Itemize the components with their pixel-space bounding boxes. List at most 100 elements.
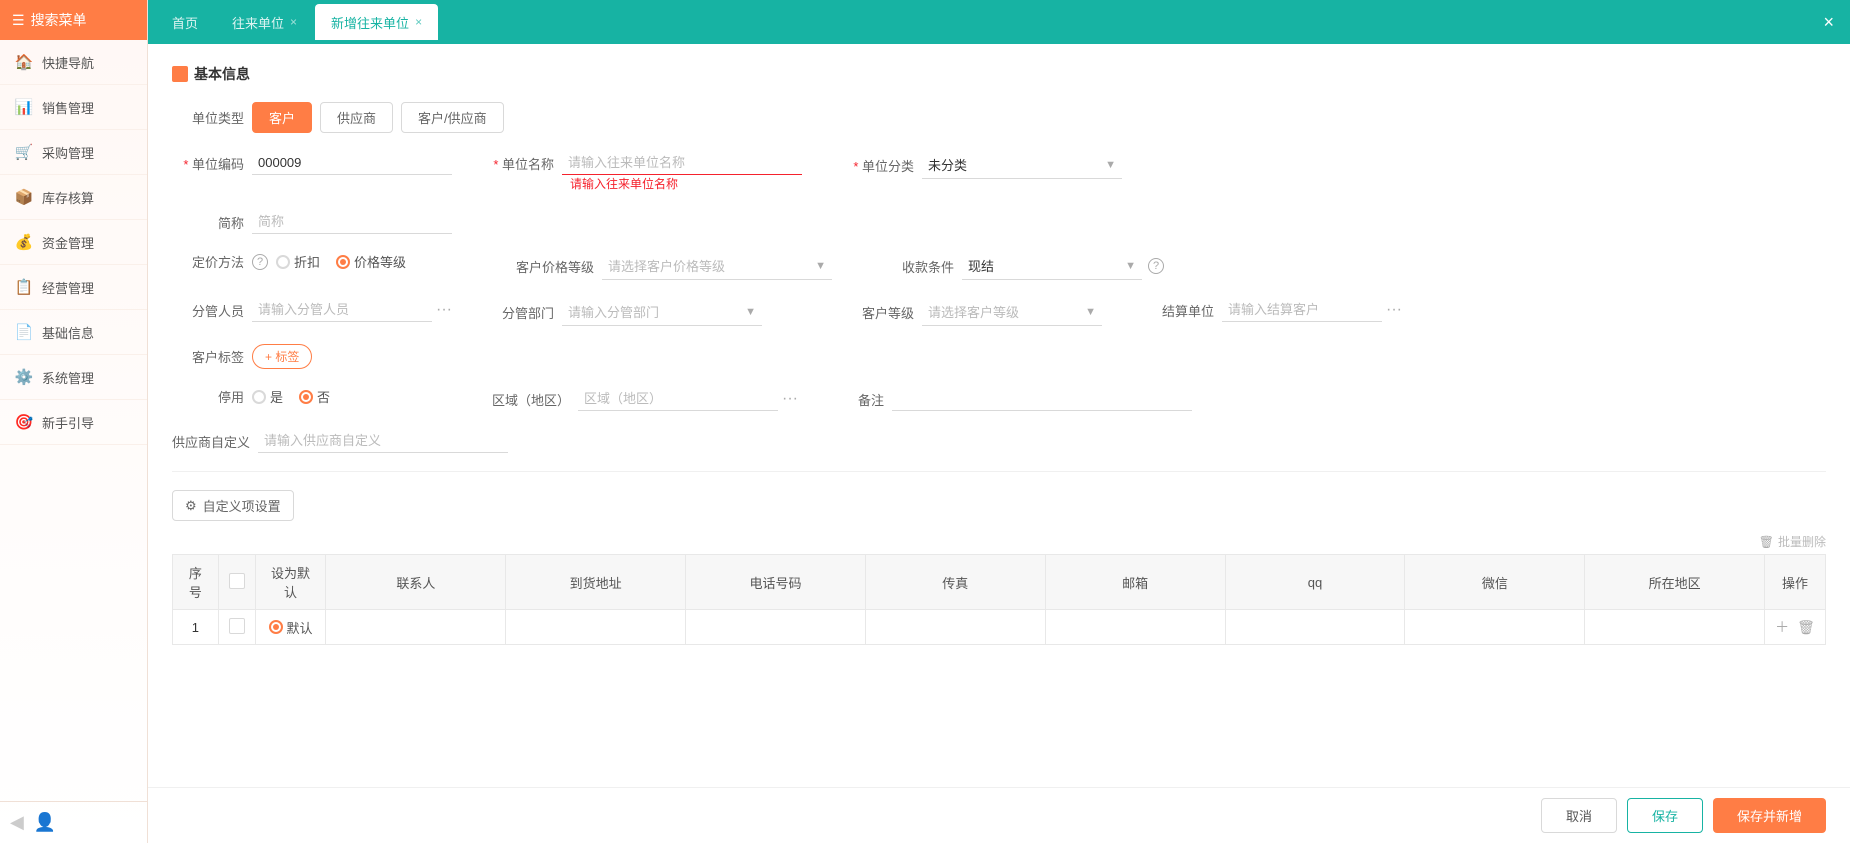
tab-bar: 首页 往来单位 × 新增往来单位 × × [148,0,1850,44]
settlement-more-icon[interactable]: ··· [1382,301,1406,319]
radio-discount[interactable]: 折扣 [276,252,320,271]
tab-bar-close-icon[interactable]: × [1815,8,1842,37]
disabled-label: 停用 [172,387,252,406]
row-fax[interactable] [865,610,1045,645]
manager-input[interactable] [252,298,432,322]
col-region: 所在地区 [1585,555,1765,610]
inventory-icon: 📦 [14,187,34,207]
radio-yes[interactable]: 是 [252,387,283,406]
batch-delete-area: 🗑 批量删除 [172,533,1826,550]
sidebar-expand-icon[interactable]: ◀ [10,812,24,833]
wechat-input[interactable] [1415,620,1574,635]
sidebar-item-purchase[interactable]: 🛒 采购管理 [0,130,147,175]
sidebar-item-new-guide[interactable]: 🎯 新手引导 [0,400,147,445]
sidebar-item-operations[interactable]: 📋 经营管理 [0,265,147,310]
tag-field: 客户标签 + 标签 [172,344,1826,369]
tab-new-partner-close-icon[interactable]: × [415,15,422,29]
short-name-row: 简称 [172,210,1826,234]
email-input[interactable] [1056,620,1215,635]
customer-level-placeholder: 请选择客户等级 [928,302,1019,321]
sidebar-item-sales[interactable]: 📊 销售管理 [0,85,147,130]
region-more-icon[interactable]: ··· [778,390,802,408]
customer-level-select[interactable]: 请选择客户等级 ▼ [922,298,1102,326]
payment-help-icon[interactable]: ? [1148,258,1164,274]
manager-more-icon[interactable]: ··· [432,301,456,319]
col-check [218,555,255,610]
sidebar-item-inventory[interactable]: 📦 库存核算 [0,175,147,220]
pricing-help-icon[interactable]: ? [252,254,268,270]
fax-input[interactable] [876,620,1035,635]
pricing-method-label: 定价方法 [172,252,252,271]
default-radio[interactable]: 默认 [266,618,316,637]
default-radio-circle [269,620,283,634]
qq-input[interactable] [1236,620,1395,635]
supplier-custom-input[interactable] [258,429,508,453]
custom-settings-button[interactable]: ⚙ 自定义项设置 [172,490,294,521]
add-row-icon[interactable]: ＋ [1775,617,1789,637]
customer-price-level-select[interactable]: 请选择客户价格等级 ▼ [602,252,832,280]
main-area: 首页 往来单位 × 新增往来单位 × × 基本信息 单位类型 客户 供应商 客户… [148,0,1850,843]
tab-home-label: 首页 [172,13,198,32]
row-contact[interactable] [326,610,506,645]
payment-terms-select[interactable]: 现结 ▼ [962,252,1142,280]
row-email[interactable] [1045,610,1225,645]
region-input2[interactable] [1595,620,1754,635]
row-qq[interactable] [1225,610,1405,645]
phone-input[interactable] [696,620,855,635]
add-tag-button[interactable]: + 标签 [252,344,312,369]
sidebar-user-icon[interactable]: 👤 [34,812,56,833]
delete-row-icon[interactable]: 🗑 [1797,619,1815,636]
contact-input[interactable] [336,620,495,635]
chevron-down-icon: ▼ [815,260,826,272]
sidebar-item-label: 资金管理 [42,233,94,252]
batch-delete-label[interactable]: 批量删除 [1778,533,1826,550]
tab-home[interactable]: 首页 [156,4,214,40]
col-contact: 联系人 [326,555,506,610]
row-checkbox[interactable] [229,618,245,634]
payment-terms-value: 现结 [968,256,994,275]
section-title: 基本信息 [172,64,1826,84]
unit-code-field: 单位编码 [172,151,492,175]
sidebar-item-base-info[interactable]: 📄 基础信息 [0,310,147,355]
sidebar-item-system[interactable]: ⚙️ 系统管理 [0,355,147,400]
tab-partners-close-icon[interactable]: × [290,15,297,29]
sidebar-item-finance[interactable]: 💰 资金管理 [0,220,147,265]
dept-select[interactable]: 请输入分管部门 ▼ [562,298,762,326]
btn-both[interactable]: 客户/供应商 [401,102,504,133]
row-region[interactable] [1585,610,1765,645]
btn-customer[interactable]: 客户 [252,102,312,133]
chevron-down-icon: ▼ [1105,159,1116,171]
default-radio-label: 默认 [287,618,313,637]
save-button[interactable]: 保存 [1627,798,1703,833]
cancel-button[interactable]: 取消 [1541,798,1617,833]
radio-price-level[interactable]: 价格等级 [336,252,406,271]
batch-delete-icon: 🗑 [1759,535,1774,549]
radio-no-label: 否 [317,387,330,406]
radio-no[interactable]: 否 [299,387,330,406]
region-input[interactable] [578,387,778,411]
address-input[interactable] [516,620,675,635]
unit-name-input[interactable] [562,151,802,175]
unit-category-select[interactable]: 未分类 ▼ [922,151,1122,179]
sidebar-item-quick-nav[interactable]: 🏠 快捷导航 [0,40,147,85]
row-phone[interactable] [686,610,866,645]
col-default: 设为默认 [255,555,326,610]
row-address[interactable] [506,610,686,645]
search-menu-button[interactable]: ☰ 搜索菜单 [0,0,147,40]
settlement-unit-input[interactable] [1222,298,1382,322]
unit-type-btn-group: 客户 供应商 客户/供应商 [252,102,504,133]
tab-partners[interactable]: 往来单位 × [216,4,313,40]
sidebar-item-label: 新手引导 [42,413,94,432]
short-name-input[interactable] [252,210,452,234]
remark-input[interactable] [892,387,1192,411]
tab-new-partner[interactable]: 新增往来单位 × [315,4,438,40]
header-checkbox[interactable] [229,573,245,589]
save-new-button[interactable]: 保存并新增 [1713,798,1826,833]
btn-supplier[interactable]: 供应商 [320,102,393,133]
unit-type-row: 单位类型 客户 供应商 客户/供应商 [172,102,1826,133]
unit-code-input[interactable] [252,151,452,175]
settlement-unit-label: 结算单位 [1152,301,1222,320]
remark-label: 备注 [852,390,892,409]
row-wechat[interactable] [1405,610,1585,645]
contact-table: 序号 设为默认 联系人 到货地址 电话号码 传真 邮箱 qq 微信 所在地区 操… [172,554,1826,645]
